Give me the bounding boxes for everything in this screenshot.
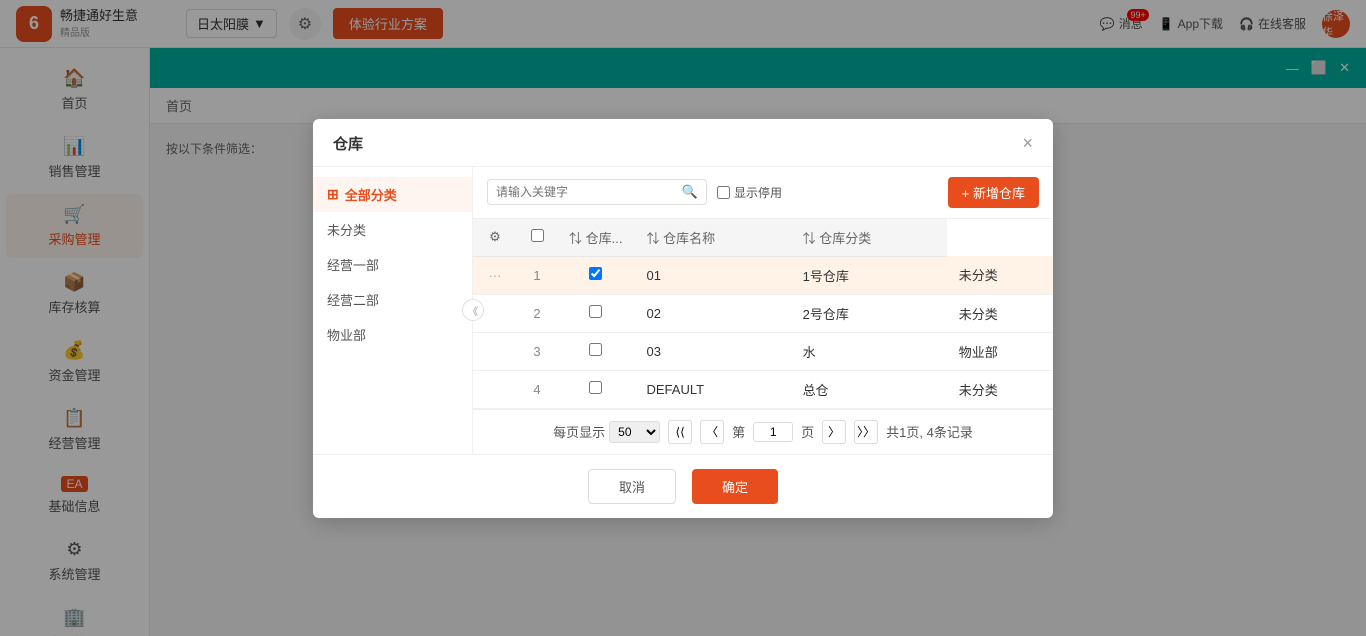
pagination: 每页显示 50 10 20 100 ⟨⟨ 〈 第 页 〉 〉〉 <box>473 409 1053 454</box>
row-gear-cell <box>473 332 517 370</box>
row-checkbox-cell <box>557 294 634 332</box>
page-size-dropdown[interactable]: 50 10 20 100 <box>609 421 660 443</box>
row-category: 未分类 <box>947 294 1053 332</box>
row-category: 未分类 <box>947 370 1053 408</box>
row-name: 总仓 <box>791 370 947 408</box>
category-panel: ⊞ 全部分类 未分类 经营一部 经营二部 物业部 《 <box>313 167 473 454</box>
row-category: 未分类 <box>947 256 1053 294</box>
modal-body: ⊞ 全部分类 未分类 经营一部 经营二部 物业部 《 <box>313 167 1053 454</box>
category-all-item[interactable]: ⊞ 全部分类 <box>313 177 472 212</box>
th-warehouse-name: ⇅ 仓库名称 <box>634 219 790 257</box>
grid-icon: ⊞ <box>327 186 339 203</box>
sort-icon3: ⇅ <box>803 231 816 246</box>
search-box: 🔍 <box>487 179 707 205</box>
row-name: 水 <box>791 332 947 370</box>
warehouse-table: ⚙ ⇅ 仓库... ⇅ <box>473 219 1053 409</box>
row-code: 02 <box>634 294 790 332</box>
th-checkbox <box>517 219 557 257</box>
row-category: 物业部 <box>947 332 1053 370</box>
row-checkbox[interactable] <box>589 381 602 394</box>
category-item-ops2[interactable]: 经营二部 <box>313 282 472 317</box>
row-code: 01 <box>634 256 790 294</box>
table-panel: 🔍 显示停用 + 新增仓库 ⚙ <box>473 167 1053 454</box>
table-row[interactable]: 4 DEFAULT 总仓 未分类 <box>473 370 1053 408</box>
row-code: 03 <box>634 332 790 370</box>
modal-overlay: 仓库 × ⊞ 全部分类 未分类 经营一部 经营二部 <box>0 0 1366 636</box>
page-number-input[interactable] <box>753 422 793 442</box>
cancel-button[interactable]: 取消 <box>588 469 676 504</box>
modal-close-button[interactable]: × <box>1022 133 1033 154</box>
next-page-button[interactable]: 〉 <box>822 420 846 444</box>
search-icon: 🔍 <box>682 184 698 200</box>
first-page-button[interactable]: ⟨⟨ <box>668 420 692 444</box>
collapse-button[interactable]: 《 <box>462 299 484 321</box>
table-body: ··· 1 01 1号仓库 未分类 2 02 2号仓库 未分类 3 <box>473 256 1053 408</box>
row-more-icon[interactable]: ··· <box>489 268 502 283</box>
show-disabled-label[interactable]: 显示停用 <box>717 184 782 201</box>
page-label: 第 <box>732 422 745 441</box>
page-unit: 页 <box>801 422 814 441</box>
row-name: 2号仓库 <box>791 294 947 332</box>
row-num: 4 <box>517 370 557 408</box>
category-item-unclassified[interactable]: 未分类 <box>313 212 472 247</box>
sort-icon: ⇅ <box>569 231 582 246</box>
row-name: 1号仓库 <box>791 256 947 294</box>
th-gear: ⚙ <box>473 219 517 257</box>
row-num: 3 <box>517 332 557 370</box>
table-row[interactable]: 2 02 2号仓库 未分类 <box>473 294 1053 332</box>
confirm-button[interactable]: 确定 <box>692 469 778 504</box>
warehouse-modal: 仓库 × ⊞ 全部分类 未分类 经营一部 经营二部 <box>313 119 1053 518</box>
table-header-row: ⚙ ⇅ 仓库... ⇅ <box>473 219 1053 257</box>
th-warehouse-category: ⇅ 仓库分类 <box>791 219 947 257</box>
search-input[interactable] <box>496 185 676 199</box>
row-gear-cell <box>473 370 517 408</box>
modal-header: 仓库 × <box>313 119 1053 167</box>
category-item-property[interactable]: 物业部 <box>313 317 472 352</box>
th-warehouse-code: ⇅ 仓库... <box>557 219 634 257</box>
prev-page-button[interactable]: 〈 <box>700 420 724 444</box>
data-table: ⚙ ⇅ 仓库... ⇅ <box>473 219 1053 409</box>
modal-footer: 取消 确定 <box>313 454 1053 518</box>
row-code: DEFAULT <box>634 370 790 408</box>
last-page-button[interactable]: 〉〉 <box>854 420 878 444</box>
table-row[interactable]: ··· 1 01 1号仓库 未分类 <box>473 256 1053 294</box>
category-all-label: 全部分类 <box>345 185 397 204</box>
select-all-checkbox[interactable] <box>531 229 544 242</box>
row-checkbox[interactable] <box>589 267 602 280</box>
row-num: 2 <box>517 294 557 332</box>
add-warehouse-button[interactable]: + 新增仓库 <box>948 177 1039 208</box>
sort-icon2: ⇅ <box>646 231 659 246</box>
total-label: 共1页, 4条记录 <box>886 422 973 441</box>
row-num: 1 <box>517 256 557 294</box>
page-size-select: 每页显示 50 10 20 100 <box>553 421 660 443</box>
table-row[interactable]: 3 03 水 物业部 <box>473 332 1053 370</box>
modal-title: 仓库 <box>333 133 363 154</box>
row-checkbox-cell <box>557 370 634 408</box>
row-checkbox[interactable] <box>589 305 602 318</box>
category-item-ops1[interactable]: 经营一部 <box>313 247 472 282</box>
row-checkbox-cell <box>557 332 634 370</box>
row-checkbox[interactable] <box>589 343 602 356</box>
table-toolbar: 🔍 显示停用 + 新增仓库 <box>473 167 1053 219</box>
show-disabled-checkbox[interactable] <box>717 186 730 199</box>
row-checkbox-cell <box>557 256 634 294</box>
row-gear-cell: ··· <box>473 256 517 294</box>
